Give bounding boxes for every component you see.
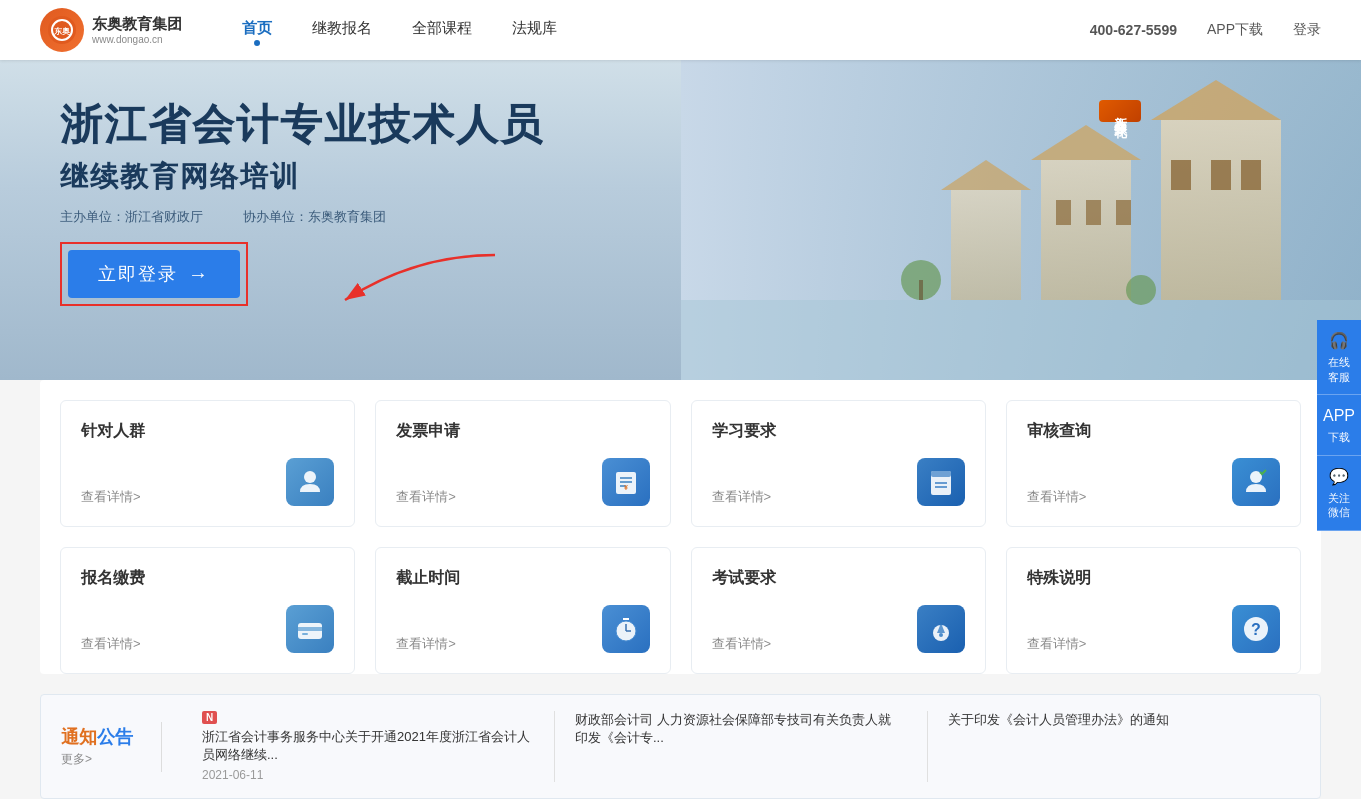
card-bottom: 查看详情> [1027,458,1280,506]
side-btn-customer-service[interactable]: 🎧 在线客服 [1317,320,1361,395]
card-title: 发票申请 [396,421,649,442]
svg-point-41 [939,633,943,637]
card-link[interactable]: 查看详情> [396,635,456,653]
logo-url: www.dongao.cn [92,34,182,45]
card-title: 审核查询 [1027,421,1280,442]
notif-item[interactable]: 关于印发《会计人员管理办法》的通知 [928,711,1300,782]
card-exam-req[interactable]: 考试要求 查看详情> [691,547,986,674]
card-icon [1232,458,1280,506]
card-title: 截止时间 [396,568,649,589]
main-nav: 首页 继教报名 全部课程 法规库 [242,19,1090,42]
card-bottom: 查看详情> ? [1027,605,1280,653]
app-download-link[interactable]: APP下载 [1207,21,1263,39]
card-link[interactable]: 查看详情> [396,488,456,506]
card-title: 考试要求 [712,568,965,589]
svg-rect-28 [931,471,951,477]
card-link[interactable]: 查看详情> [1027,488,1087,506]
svg-text:东奥: 东奥 [54,26,71,36]
logo-text: 东奥教育集团 www.dongao.cn [92,15,182,45]
card-link[interactable]: 查看详情> [712,488,772,506]
card-title: 特殊说明 [1027,568,1280,589]
card-target-audience[interactable]: 针对人群 查看详情> [60,400,355,527]
logo-name: 东奥教育集团 [92,15,182,34]
notif-items: N 浙江省会计事务服务中心关于开通2021年度浙江省会计人员网络继续... 20… [182,711,1300,782]
nav-laws[interactable]: 法规库 [512,19,557,42]
card-audit-query[interactable]: 审核查询 查看详情> [1006,400,1301,527]
notif-item-title: 财政部会计司 人力资源社会保障部专技司有关负责人就 印发《会计专... [575,711,907,747]
side-btn-wechat[interactable]: 💬 关注微信 [1317,456,1361,531]
notif-more-link[interactable]: 更多> [61,751,141,768]
main-content: 针对人群 查看详情> 发票申请 查看详情> ¥ 学习要求 查看详情> [40,380,1321,674]
notif-divider [161,722,162,772]
svg-text:¥: ¥ [624,484,628,491]
coorganizer: 协办单位：东奥教育集团 [243,208,386,226]
card-icon [602,605,650,653]
logo-icon: 东奥 [40,8,84,52]
card-icon: ¥ [602,458,650,506]
notif-source-badge: N [202,711,217,724]
wechat-icon: 💬 [1329,466,1349,488]
notif-item-title: 浙江省会计事务服务中心关于开通2021年度浙江省会计人员网络继续... [202,728,534,764]
card-bottom: 查看详情> [396,605,649,653]
info-grid-row2: 报名缴费 查看详情> 截止时间 查看详情> 考试要求 查看详情> [60,547,1301,674]
header: 东奥 东奥教育集团 www.dongao.cn 首页 继教报名 全部课程 法规库… [0,0,1361,60]
card-study-req[interactable]: 学习要求 查看详情> [691,400,986,527]
header-right: 400-627-5599 APP下载 登录 [1090,21,1321,39]
arrow-icon: → [188,263,210,286]
card-bottom: 查看详情> [81,605,334,653]
card-link[interactable]: 查看详情> [712,635,772,653]
notif-item-title: 关于印发《会计人员管理办法》的通知 [948,711,1280,729]
svg-rect-33 [298,627,322,631]
notifications-bar: 通知公告 更多> N 浙江省会计事务服务中心关于开通2021年度浙江省会计人员网… [40,694,1321,799]
card-bottom: 查看详情> [712,605,965,653]
card-link[interactable]: 查看详情> [1027,635,1087,653]
card-registration-fee[interactable]: 报名缴费 查看详情> [60,547,355,674]
notif-item-date: 2021-06-11 [202,768,534,782]
info-grid-row1: 针对人群 查看详情> 发票申请 查看详情> ¥ 学习要求 查看详情> [60,400,1301,527]
side-float-buttons: 🎧 在线客服 APP 下载 💬 关注微信 [1317,320,1361,531]
hero-organizers: 主办单位：浙江省财政厅 协办单位：东奥教育集团 [60,208,1301,226]
login-link[interactable]: 登录 [1293,21,1321,39]
notif-item[interactable]: 财政部会计司 人力资源社会保障部专技司有关负责人就 印发《会计专... [555,711,928,782]
svg-rect-34 [302,633,308,635]
card-invoice[interactable]: 发票申请 查看详情> ¥ [375,400,670,527]
card-link[interactable]: 查看详情> [81,635,141,653]
organizer: 主办单位：浙江省财政厅 [60,208,203,226]
phone-icon: APP [1323,405,1355,427]
card-title: 学习要求 [712,421,965,442]
card-title: 报名缴费 [81,568,334,589]
phone-number: 400-627-5599 [1090,22,1177,38]
login-btn-wrapper: 立即登录 → [60,242,248,306]
card-icon: ? [1232,605,1280,653]
card-icon [286,605,334,653]
card-icon [286,458,334,506]
hero-subtitle: 继续教育网络培训 [60,158,1301,196]
annotation-arrow [265,245,515,325]
card-bottom: 查看详情> ¥ [396,458,649,506]
card-icon [917,605,965,653]
nav-registration[interactable]: 继教报名 [312,19,372,42]
nav-courses[interactable]: 全部课程 [412,19,472,42]
card-special-notes[interactable]: 特殊说明 查看详情> ? [1006,547,1301,674]
card-bottom: 查看详情> [712,458,965,506]
headphone-icon: 🎧 [1329,330,1349,352]
hero-content: 浙江省会计专业技术人员 继续教育网络培训 主办单位：浙江省财政厅 协办单位：东奥… [0,60,1361,346]
side-btn-app-download[interactable]: APP 下载 [1317,395,1361,456]
nav-home[interactable]: 首页 [242,19,272,42]
notif-title: 通知公告 [61,725,141,749]
svg-point-21 [304,471,316,483]
notif-label: 通知公告 更多> [61,725,141,768]
card-title: 针对人群 [81,421,334,442]
notif-source: N [202,711,534,724]
notif-item[interactable]: N 浙江省会计事务服务中心关于开通2021年度浙江省会计人员网络继续... 20… [182,711,555,782]
logo[interactable]: 东奥 东奥教育集团 www.dongao.cn [40,8,182,52]
login-button[interactable]: 立即登录 → [68,250,240,298]
svg-text:?: ? [1251,621,1261,638]
card-link[interactable]: 查看详情> [81,488,141,506]
card-bottom: 查看详情> [81,458,334,506]
hero-banner: 新人领家礼 浙江省会计专业技术人员 继续教育网络培训 主办单位：浙江省财政厅 协… [0,60,1361,380]
card-icon [917,458,965,506]
new-user-badge[interactable]: 新人领家礼 [1099,100,1141,122]
card-deadline[interactable]: 截止时间 查看详情> [375,547,670,674]
